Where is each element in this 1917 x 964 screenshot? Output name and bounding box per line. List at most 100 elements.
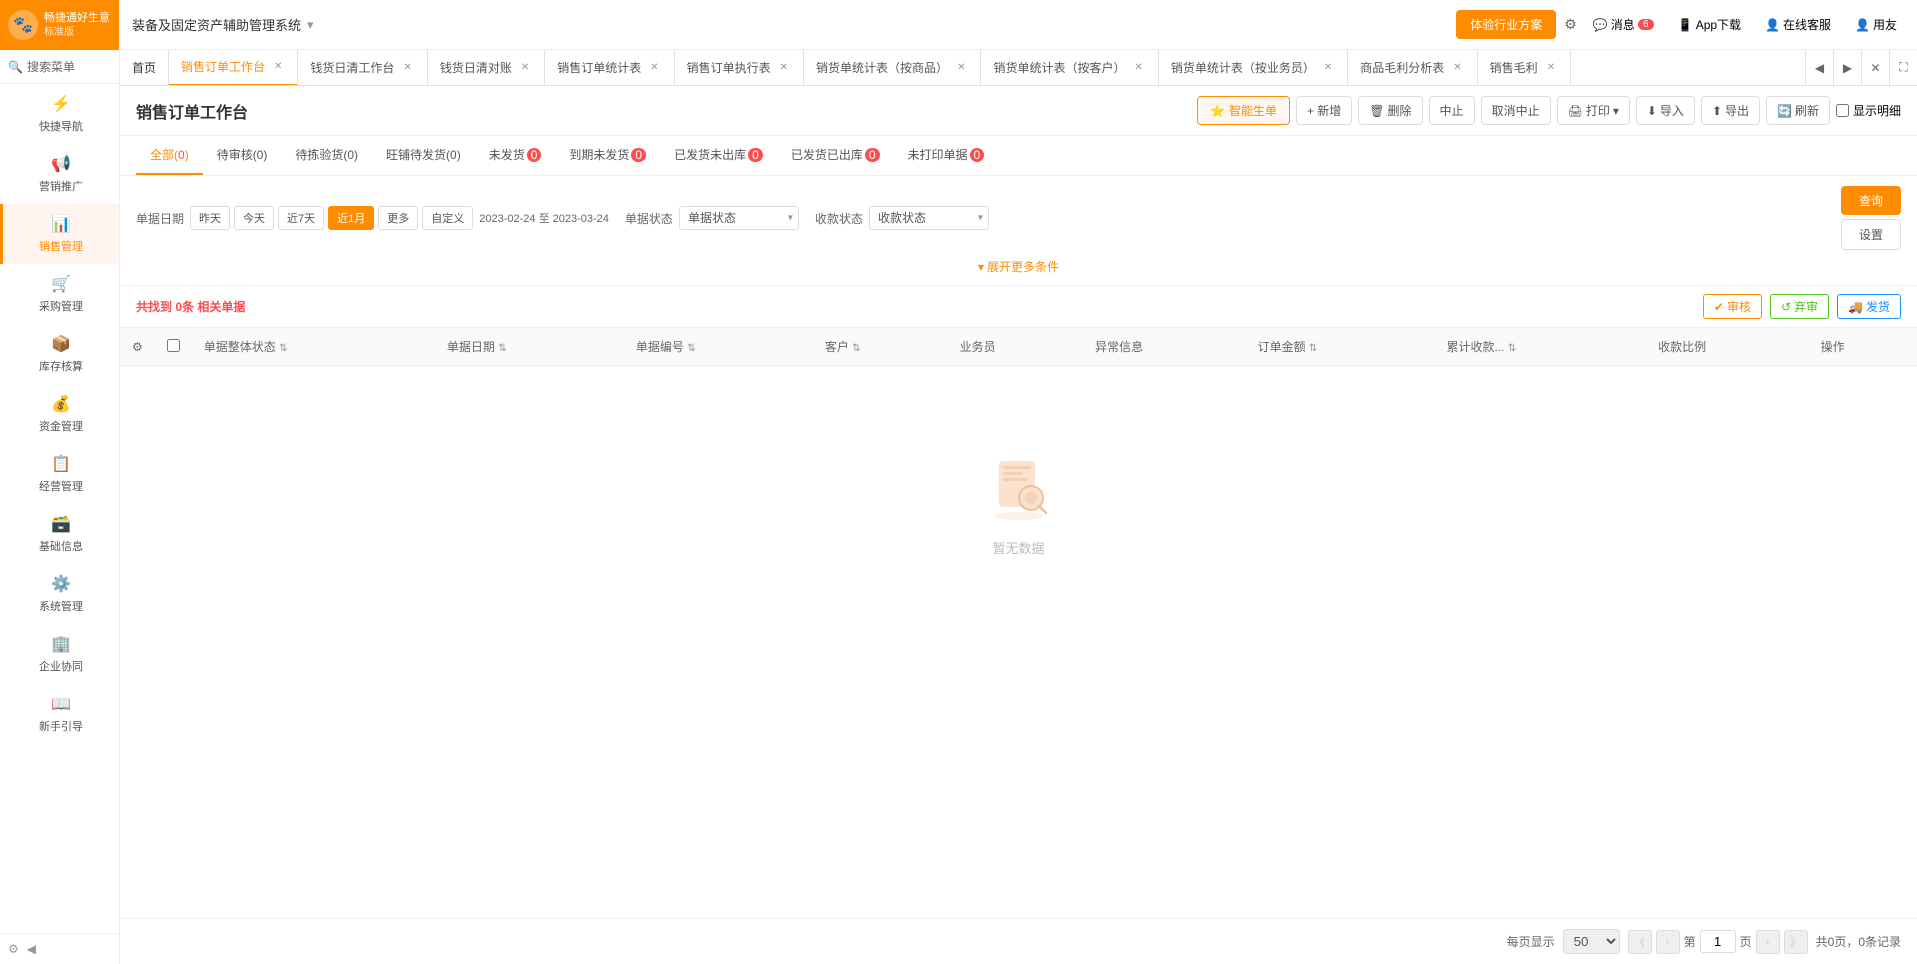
tab-close-gross-profit[interactable]: ✕ <box>1450 61 1464 74</box>
sort-number-icon[interactable]: ⇅ <box>687 343 695 354</box>
tab-close-sales-gross[interactable]: ✕ <box>1544 61 1558 74</box>
status-select-wrapper: 单据状态 <box>679 206 799 230</box>
filter-tab-pending-inspect[interactable]: 待拣验货(0) <box>281 136 372 175</box>
sidebar-item-purchase[interactable]: 🛒 采购管理 <box>0 264 119 324</box>
tab-prev-btn[interactable]: ◀ <box>1805 50 1833 86</box>
sidebar-item-system[interactable]: ⚙️ 系统管理 <box>0 564 119 624</box>
tab-sales-exec[interactable]: 销售订单执行表 ✕ <box>675 50 804 86</box>
tab-sales-gross[interactable]: 销售毛利 ✕ <box>1478 50 1571 86</box>
tab-invoice-by-customer[interactable]: 销货单统计表（按客户） ✕ <box>981 50 1158 86</box>
page-last-btn[interactable]: 》 <box>1784 930 1808 954</box>
search-bar: 单据日期 昨天 今天 近7天 近1月 更多 自定义 2023-02-24 至 2… <box>120 176 1917 286</box>
tab-close-salesman[interactable]: ✕ <box>1321 61 1335 74</box>
page-input[interactable] <box>1700 930 1736 953</box>
page-next-btn[interactable]: › <box>1756 930 1780 954</box>
sidebar-item-promo[interactable]: 📢 营销推广 <box>0 144 119 204</box>
capital-icon: 💰 <box>51 394 71 414</box>
stop-btn[interactable]: 中止 <box>1429 96 1475 125</box>
status-select[interactable]: 单据状态 <box>679 206 799 230</box>
tab-close-product[interactable]: ✕ <box>954 61 968 74</box>
export-btn[interactable]: ⬆ 导出 <box>1701 96 1760 125</box>
filter-tab-all[interactable]: 全部(0) <box>136 136 203 175</box>
import-btn[interactable]: ⬇ 导入 <box>1636 96 1695 125</box>
sidebar-item-quick-nav[interactable]: ⚡ 快捷导航 <box>0 84 119 144</box>
tab-close-customer[interactable]: ✕ <box>1131 61 1145 74</box>
print-btn[interactable]: 🖨 打印 ▾ <box>1557 96 1630 125</box>
sidebar-item-operation[interactable]: 📋 经营管理 <box>0 444 119 504</box>
col-date: 单据日期 ⇅ <box>435 328 624 366</box>
settings-icon[interactable]: ⚙ <box>8 942 19 956</box>
select-all-checkbox[interactable] <box>167 339 180 352</box>
tab-invoice-by-product[interactable]: 销货单统计表（按商品） ✕ <box>804 50 981 86</box>
tab-home[interactable]: 首页 <box>120 50 169 86</box>
refresh-btn[interactable]: 🔄 刷新 <box>1766 96 1830 125</box>
sort-date-icon[interactable]: ⇅ <box>498 343 506 354</box>
cancel-stop-btn[interactable]: 取消中止 <box>1481 96 1551 125</box>
tab-close-sales-exec[interactable]: ✕ <box>777 61 791 74</box>
add-btn[interactable]: + 新增 <box>1296 96 1352 125</box>
filter-tab-shipped-not-out[interactable]: 已发货未出库0 <box>660 136 777 175</box>
ship-btn[interactable]: 🚚 发货 <box>1837 294 1901 319</box>
date-btn-today[interactable]: 今天 <box>234 206 274 230</box>
col-amount: 订单金额 ⇅ <box>1246 328 1435 366</box>
sort-amount-icon[interactable]: ⇅ <box>1309 343 1317 354</box>
payment-select[interactable]: 收款状态 <box>869 206 989 230</box>
tab-cashflow-daily[interactable]: 钱货日清工作台 ✕ <box>298 50 427 86</box>
tab-close-sales-stats[interactable]: ✕ <box>647 61 661 74</box>
date-btn-yesterday[interactable]: 昨天 <box>190 206 230 230</box>
settings-col-icon[interactable]: ⚙ <box>132 340 143 354</box>
delete-btn[interactable]: 🗑 删除 <box>1358 96 1422 125</box>
page-prev-btn[interactable]: ‹ <box>1656 930 1680 954</box>
experience-btn[interactable]: 体验行业方案 <box>1456 10 1556 39</box>
app-download-btn[interactable]: 📱 App下载 <box>1670 12 1749 37</box>
page-size-select[interactable]: 50 20 100 <box>1563 929 1620 954</box>
date-btn-custom[interactable]: 自定义 <box>422 206 473 230</box>
sort-cumulative-icon[interactable]: ⇅ <box>1508 343 1516 354</box>
status-field: 单据状态 单据状态 <box>625 206 799 230</box>
tab-close-all-btn[interactable]: ✕ <box>1861 50 1889 86</box>
tab-sales-order-workbench[interactable]: 销售订单工作台 ✕ <box>169 50 298 86</box>
sidebar-item-guide[interactable]: 📖 新手引导 <box>0 684 119 744</box>
tab-gross-profit[interactable]: 商品毛利分析表 ✕ <box>1348 50 1477 86</box>
sidebar-item-inventory[interactable]: 📦 库存核算 <box>0 324 119 384</box>
message-btn[interactable]: 💬 消息 6 <box>1585 12 1662 37</box>
sidebar-item-enterprise[interactable]: 🏢 企业协同 <box>0 624 119 684</box>
sidebar-item-sales[interactable]: 📊 销售管理 <box>0 204 119 264</box>
filter-tab-wangpu-ship[interactable]: 旺铺待发货(0) <box>372 136 475 175</box>
smart-gen-btn[interactable]: ⭐ 智能生单 <box>1197 96 1290 125</box>
tab-close-sales-order[interactable]: ✕ <box>271 60 285 73</box>
show-detail-input[interactable] <box>1836 104 1849 117</box>
tab-invoice-by-salesman[interactable]: 销货单统计表（按业务员） ✕ <box>1159 50 1348 86</box>
tab-next-btn[interactable]: ▶ <box>1833 50 1861 86</box>
filter-tab-pending-audit[interactable]: 待审核(0) <box>203 136 282 175</box>
filter-tab-shipped-out[interactable]: 已发货已出库0 <box>777 136 894 175</box>
sidebar-item-capital[interactable]: 💰 资金管理 <box>0 384 119 444</box>
filter-tab-overdue-unshipped[interactable]: 到期未发货0 <box>555 136 660 175</box>
date-btn-more[interactable]: 更多 <box>378 206 418 230</box>
sidebar-item-basic-info[interactable]: 🗃️ 基础信息 <box>0 504 119 564</box>
tab-fullscreen-btn[interactable]: ⛶ <box>1889 50 1917 86</box>
date-btn-7days[interactable]: 近7天 <box>278 206 324 230</box>
user-btn[interactable]: 👤 用友 <box>1847 12 1905 37</box>
sort-status-icon[interactable]: ⇅ <box>279 343 287 354</box>
search-btn[interactable]: 查询 <box>1841 186 1901 215</box>
online-service-btn[interactable]: 👤 在线客服 <box>1757 12 1839 37</box>
filter-tab-unshipped[interactable]: 未发货0 <box>475 136 556 175</box>
tab-cashflow-reconcile[interactable]: 钱货日清对账 ✕ <box>428 50 545 86</box>
date-btn-1month[interactable]: 近1月 <box>328 206 374 230</box>
tab-close-cashflow[interactable]: ✕ <box>400 61 414 74</box>
page-first-btn[interactable]: 《 <box>1628 930 1652 954</box>
tab-close-reconcile[interactable]: ✕ <box>518 61 532 74</box>
sort-customer-icon[interactable]: ⇅ <box>852 343 860 354</box>
table-action-btns: ✔ 审核 ↺ 弃审 🚚 发货 <box>1703 294 1901 319</box>
tab-sales-stats[interactable]: 销售订单统计表 ✕ <box>545 50 674 86</box>
collapse-icon[interactable]: ◀ <box>27 942 36 956</box>
gear-icon[interactable]: ⚙ <box>1564 16 1577 33</box>
filter-tab-unprinted[interactable]: 未打印单据0 <box>894 136 999 175</box>
show-detail-checkbox[interactable]: 显示明细 <box>1836 102 1901 119</box>
audit-btn[interactable]: ✔ 审核 <box>1703 294 1762 319</box>
unaudit-btn[interactable]: ↺ 弃审 <box>1770 294 1829 319</box>
expand-btn[interactable]: ▾ 展开更多条件 <box>978 258 1059 275</box>
setting-btn[interactable]: 设置 <box>1841 219 1901 250</box>
sidebar-search[interactable]: 🔍 搜索菜单 <box>0 50 119 84</box>
